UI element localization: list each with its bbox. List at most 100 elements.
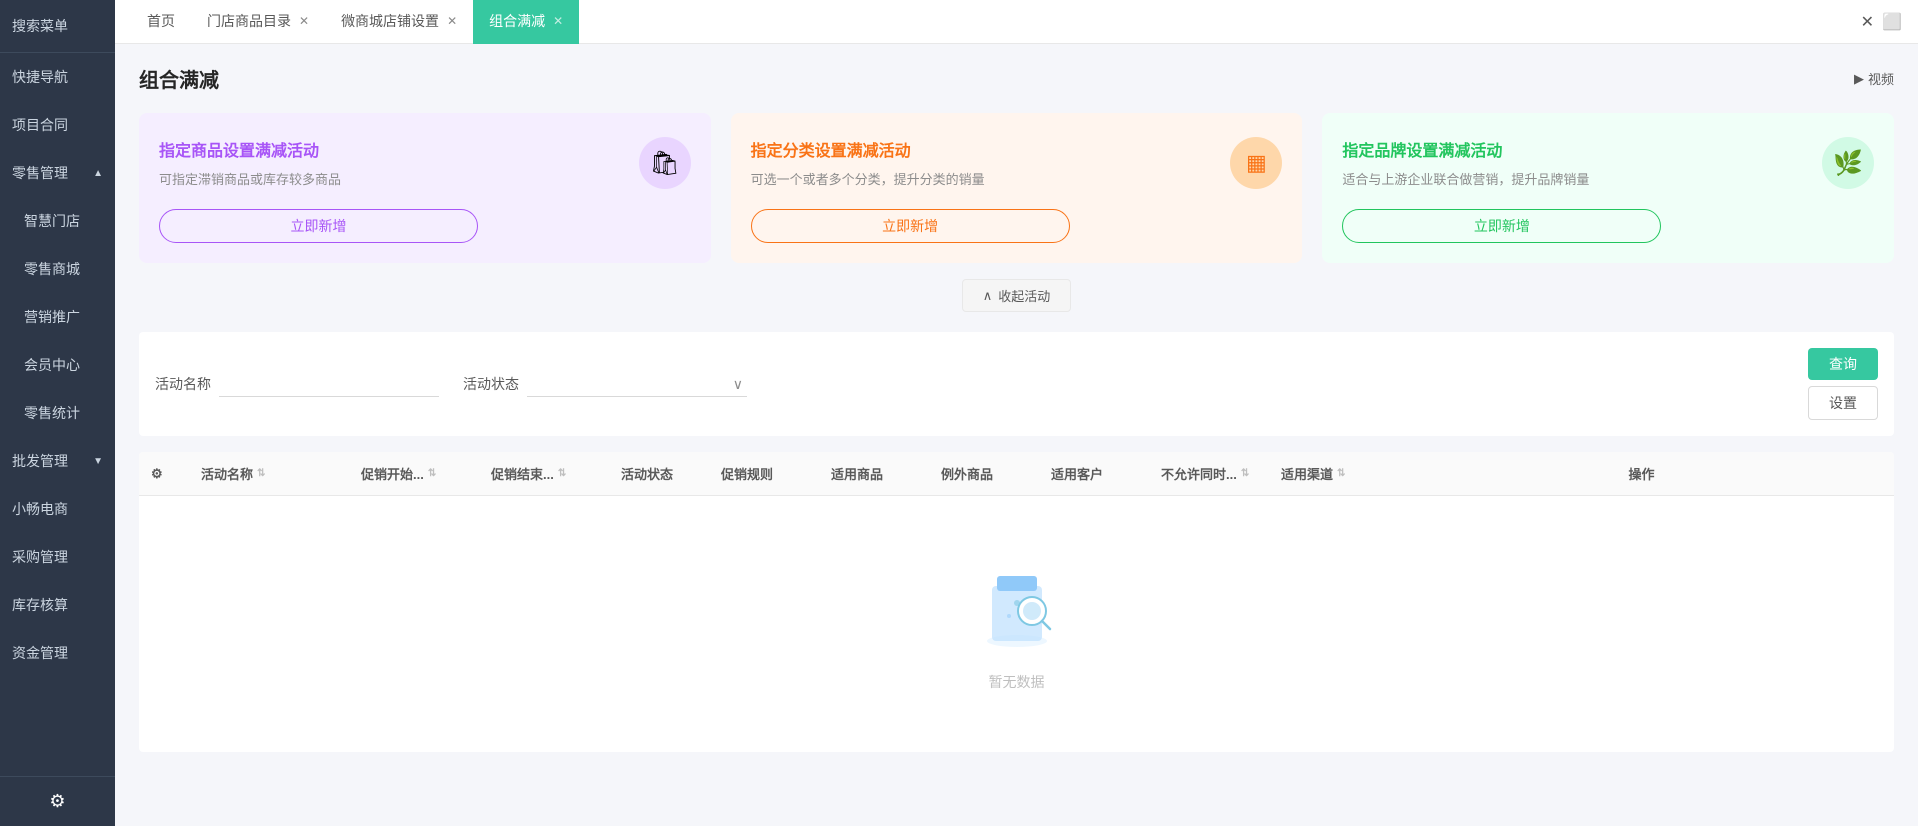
tab-close-icon[interactable]: ✕ xyxy=(299,14,309,28)
sidebar-item-member-center[interactable]: 会员中心 xyxy=(0,341,115,389)
card-icon-product: 🛍 xyxy=(639,137,691,189)
th-customer: 适用客户 xyxy=(1039,464,1149,483)
sidebar-item-label: 资金管理 xyxy=(12,643,68,663)
sidebar: 搜索菜单 快捷导航 项目合同 零售管理 ▲ 智慧门店 零售商城 营销推广 会员中… xyxy=(0,0,115,826)
sort-icon: ⇅ xyxy=(428,468,436,479)
tab-close-icon[interactable]: ✕ xyxy=(553,14,563,28)
sidebar-item-wholesale-mgmt[interactable]: 批发管理 ▼ xyxy=(0,437,115,485)
sidebar-item-label: 零售管理 xyxy=(12,163,68,183)
th-op: 操作 xyxy=(1389,464,1894,483)
card-icon-brand: 🌿 xyxy=(1822,137,1874,189)
sidebar-item-label: 智慧门店 xyxy=(24,211,80,231)
sort-icon: ⇅ xyxy=(257,468,265,479)
sidebar-item-inventory[interactable]: 库存核算 xyxy=(0,581,115,629)
th-label: 例外商品 xyxy=(941,464,993,483)
sort-icon: ⇅ xyxy=(1241,468,1249,479)
table-header: ⚙ 活动名称 ⇅ 促销开始... ⇅ 促销结束... ⇅ 活动状态 xyxy=(139,452,1894,496)
card-desc: 适合与上游企业联合做营销，提升品牌销量 xyxy=(1342,169,1874,188)
product-activity-card: 指定商品设置满减活动 🛍 可指定滞销商品或库存较多商品 立即新增 xyxy=(139,113,711,263)
chevron-up-icon: ∧ xyxy=(983,288,993,304)
data-table: ⚙ 活动名称 ⇅ 促销开始... ⇅ 促销结束... ⇅ 活动状态 xyxy=(139,452,1894,752)
th-notallow[interactable]: 不允许同时... ⇅ xyxy=(1149,464,1269,483)
filter-row: 活动名称 活动状态 ∨ 查询 设置 xyxy=(139,332,1894,436)
filter-status-select-wrap: ∨ xyxy=(527,372,747,397)
sidebar-settings-btn[interactable]: ⚙ xyxy=(0,776,115,826)
card-desc: 可选一个或者多个分类，提升分类的销量 xyxy=(751,169,1283,188)
collapse-btn[interactable]: ∧ 收起活动 xyxy=(962,279,1072,312)
th-start[interactable]: 促销开始... ⇅ xyxy=(349,464,479,483)
tab-label: 门店商品目录 xyxy=(207,11,291,31)
th-label: 促销规则 xyxy=(721,464,773,483)
tab-label: 组合满减 xyxy=(489,11,545,31)
tab-home[interactable]: 首页 xyxy=(131,0,191,44)
activity-cards: 指定商品设置满减活动 🛍 可指定滞销商品或库存较多商品 立即新增 指定分类设置满… xyxy=(139,113,1894,263)
th-channel[interactable]: 适用渠道 ⇅ xyxy=(1269,464,1389,483)
chevron-up-icon: ▲ xyxy=(93,168,103,179)
sidebar-search[interactable]: 搜索菜单 xyxy=(0,0,115,53)
tab-label: 首页 xyxy=(147,11,175,31)
gear-icon: ⚙ xyxy=(49,791,65,812)
brand-card-add-btn[interactable]: 立即新增 xyxy=(1342,209,1661,243)
tab-product-catalog[interactable]: 门店商品目录 ✕ xyxy=(191,0,325,44)
sidebar-item-label: 采购管理 xyxy=(12,547,68,567)
close-window-icon[interactable]: ✕ xyxy=(1861,12,1874,32)
sidebar-item-label: 快捷导航 xyxy=(12,67,68,87)
product-card-add-btn[interactable]: 立即新增 xyxy=(159,209,478,243)
video-label: 视频 xyxy=(1868,69,1894,88)
sidebar-item-label: 零售商城 xyxy=(24,259,80,279)
page-header: 组合满减 ▶ 视频 xyxy=(139,64,1894,93)
sidebar-item-xiaochang[interactable]: 小畅电商 xyxy=(0,485,115,533)
empty-illustration xyxy=(967,556,1067,656)
setting-button[interactable]: 设置 xyxy=(1808,386,1878,420)
gear-icon: ⚙ xyxy=(151,466,163,482)
sidebar-item-label: 小畅电商 xyxy=(12,499,68,519)
main-area: 首页 门店商品目录 ✕ 微商城店铺设置 ✕ 组合满减 ✕ ✕ ⬜ 组合满减 ▶ … xyxy=(115,0,1918,826)
th-gear[interactable]: ⚙ xyxy=(139,466,189,482)
th-status: 活动状态 xyxy=(609,464,709,483)
filter-name-item: 活动名称 xyxy=(155,372,439,397)
filter-name-input[interactable] xyxy=(219,372,439,397)
tab-combo-discount[interactable]: 组合满减 ✕ xyxy=(473,0,579,44)
card-desc: 可指定滞销商品或库存较多商品 xyxy=(159,169,691,188)
sidebar-item-retail-mgmt[interactable]: 零售管理 ▲ xyxy=(0,149,115,197)
filter-status-label: 活动状态 xyxy=(463,374,519,394)
sort-icon: ⇅ xyxy=(1337,468,1345,479)
th-goods: 适用商品 xyxy=(819,464,929,483)
page-title: 组合满减 xyxy=(139,64,219,93)
maximize-icon[interactable]: ⬜ xyxy=(1882,12,1902,32)
card-icon-category: ▦ xyxy=(1230,137,1282,189)
tab-bar-actions: ✕ ⬜ xyxy=(1861,12,1902,32)
th-label: 适用渠道 xyxy=(1281,464,1333,483)
chevron-down-icon: ▼ xyxy=(93,456,103,467)
sidebar-item-label: 批发管理 xyxy=(12,451,68,471)
sidebar-item-marketing[interactable]: 营销推广 xyxy=(0,293,115,341)
th-end[interactable]: 促销结束... ⇅ xyxy=(479,464,609,483)
tab-bar: 首页 门店商品目录 ✕ 微商城店铺设置 ✕ 组合满减 ✕ ✕ ⬜ xyxy=(115,0,1918,44)
sidebar-item-label: 会员中心 xyxy=(24,355,80,375)
sidebar-item-quick-nav[interactable]: 快捷导航 xyxy=(0,53,115,101)
th-name[interactable]: 活动名称 ⇅ xyxy=(189,464,349,483)
sidebar-item-project-contract[interactable]: 项目合同 xyxy=(0,101,115,149)
sidebar-item-finance[interactable]: 资金管理 xyxy=(0,629,115,677)
sidebar-item-purchase-mgmt[interactable]: 采购管理 xyxy=(0,533,115,581)
empty-state: 暂无数据 xyxy=(139,496,1894,752)
query-button[interactable]: 查询 xyxy=(1808,348,1878,380)
card-title: 指定品牌设置满减活动 xyxy=(1342,137,1874,161)
tab-wechat-store[interactable]: 微商城店铺设置 ✕ xyxy=(325,0,473,44)
collapse-bar: ∧ 收起活动 xyxy=(139,279,1894,312)
tab-close-icon[interactable]: ✕ xyxy=(447,14,457,28)
sidebar-item-smart-store[interactable]: 智慧门店 xyxy=(0,197,115,245)
th-exception: 例外商品 xyxy=(929,464,1039,483)
brand-activity-card: 指定品牌设置满减活动 🌿 适合与上游企业联合做营销，提升品牌销量 立即新增 xyxy=(1322,113,1894,263)
sidebar-item-label: 项目合同 xyxy=(12,115,68,135)
sidebar-item-retail-stats[interactable]: 零售统计 xyxy=(0,389,115,437)
card-title: 指定商品设置满减活动 xyxy=(159,137,691,161)
category-card-add-btn[interactable]: 立即新增 xyxy=(751,209,1070,243)
sidebar-item-label: 库存核算 xyxy=(12,595,68,615)
play-icon: ▶ xyxy=(1854,71,1864,87)
category-activity-card: 指定分类设置满减活动 ▦ 可选一个或者多个分类，提升分类的销量 立即新增 xyxy=(731,113,1303,263)
empty-text: 暂无数据 xyxy=(989,672,1045,692)
video-link[interactable]: ▶ 视频 xyxy=(1854,69,1894,88)
sidebar-item-retail-mall[interactable]: 零售商城 xyxy=(0,245,115,293)
filter-status-select[interactable] xyxy=(527,372,747,397)
